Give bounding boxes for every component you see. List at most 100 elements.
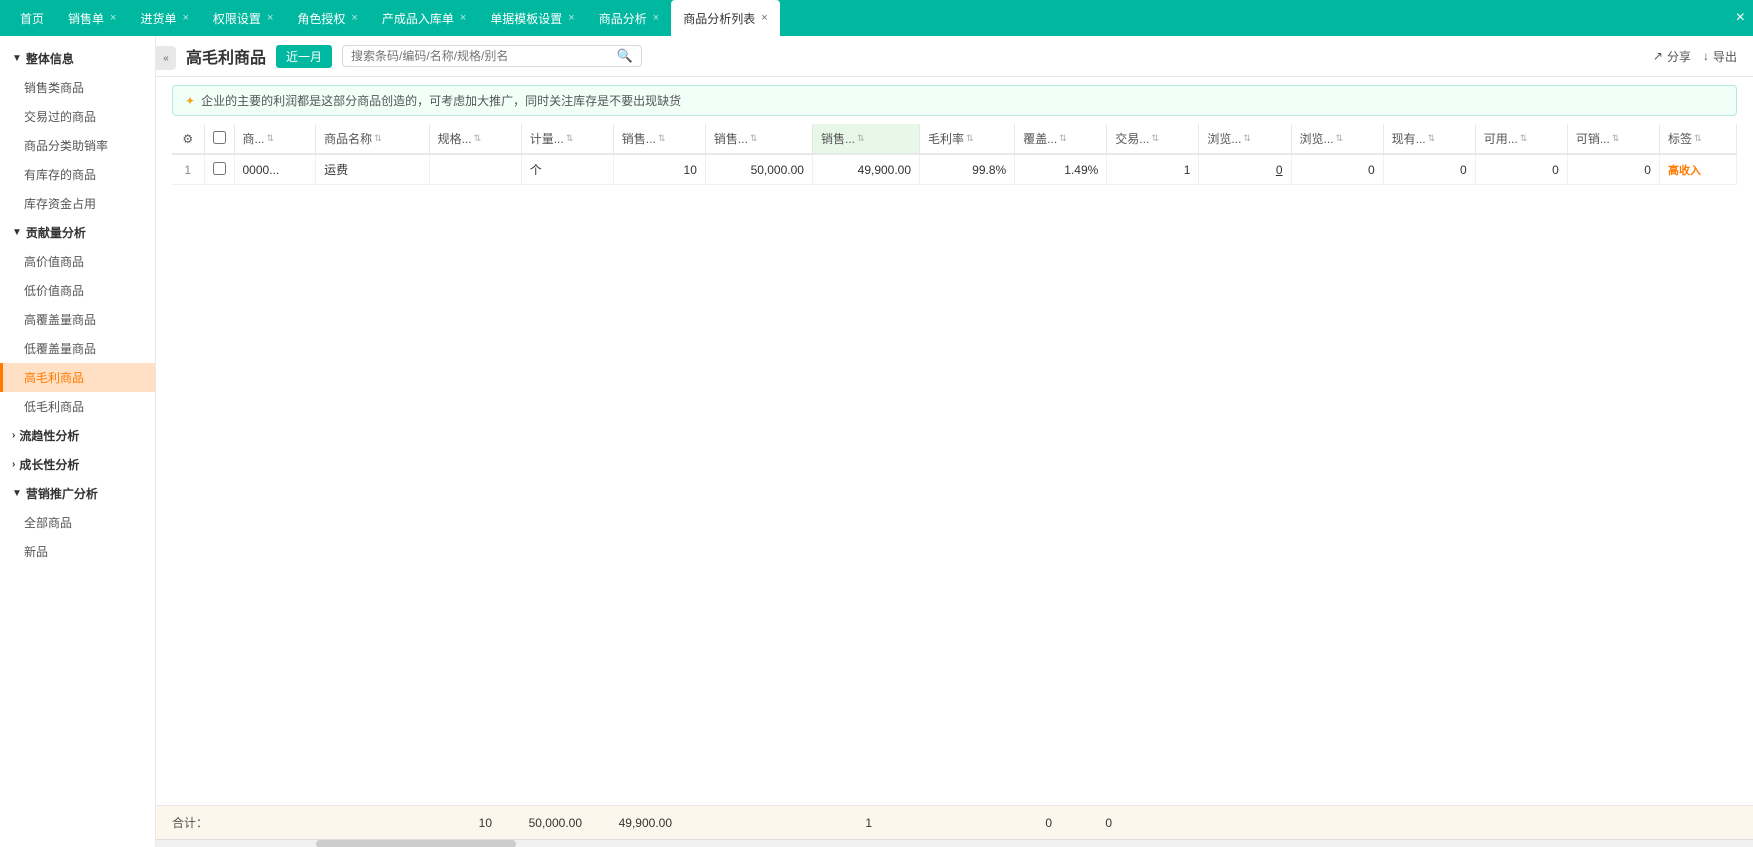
- col-saleable[interactable]: 可销... ⇅: [1567, 124, 1659, 154]
- sidebar-group-trend[interactable]: › 流趋性分析: [0, 421, 155, 450]
- sort-icon-coverage: ⇅: [1059, 133, 1067, 144]
- footer-spacer3: [760, 814, 820, 832]
- sidebar-item-low-coverage[interactable]: 低覆盖量商品: [0, 334, 155, 363]
- sidebar-item-high-coverage[interactable]: 高覆盖量商品: [0, 305, 155, 334]
- info-banner-text: 企业的主要的利润都是这部分商品创造的，可考虑加大推广，同时关注库存是不要出现缺货: [201, 92, 681, 109]
- close-icon-permission[interactable]: ×: [267, 12, 273, 24]
- col-views2[interactable]: 浏览... ⇅: [1291, 124, 1383, 154]
- footer-cells: 10 50,000.00 49,900.00 1 0 0: [220, 814, 1737, 832]
- sidebar-group-marketing[interactable]: ▼ 营销推广分析: [0, 479, 155, 508]
- table-container: ⚙ 商... ⇅ 商品名称: [156, 124, 1753, 805]
- sort-icon-saleable: ⇅: [1612, 133, 1620, 144]
- sidebar-group-growth[interactable]: › 成长性分析: [0, 450, 155, 479]
- col-tx-count[interactable]: 交易... ⇅: [1107, 124, 1199, 154]
- cell-name: 运费: [316, 154, 429, 185]
- search-icon[interactable]: 🔍: [617, 48, 633, 64]
- sidebar: ▼ 整体信息 销售类商品 交易过的商品 商品分类助销率 有库存的商品 库存资金占…: [0, 36, 156, 847]
- nav-item-permission[interactable]: 权限设置 ×: [201, 0, 285, 36]
- col-coverage[interactable]: 覆盖... ⇅: [1015, 124, 1107, 154]
- collapse-sidebar-btn[interactable]: «: [156, 46, 176, 70]
- sidebar-item-new-goods[interactable]: 新品: [0, 537, 155, 566]
- nav-item-analysis[interactable]: 商品分析 ×: [587, 0, 671, 36]
- nav-item-analysis-list[interactable]: 商品分析列表 ×: [671, 0, 779, 36]
- sidebar-item-all-goods[interactable]: 全部商品: [0, 508, 155, 537]
- sidebar-item-high-value[interactable]: 高价值商品: [0, 247, 155, 276]
- sidebar-group-contribution[interactable]: ▼ 贡献量分析: [0, 218, 155, 247]
- close-icon-template[interactable]: ×: [568, 12, 574, 24]
- cell-tx-count: 1: [1107, 154, 1199, 185]
- sidebar-item-low-margin[interactable]: 低毛利商品: [0, 392, 155, 421]
- close-icon-purchase[interactable]: ×: [182, 12, 188, 24]
- sidebar-group-trend-label: 流趋性分析: [19, 427, 79, 444]
- col-current[interactable]: 现有... ⇅: [1383, 124, 1475, 154]
- col-unit[interactable]: 计量... ⇅: [521, 124, 613, 154]
- nav-item-production[interactable]: 产成品入库单 ×: [370, 0, 478, 36]
- nav-label-home: 首页: [20, 10, 44, 27]
- close-icon-analysis-list[interactable]: ×: [761, 12, 767, 24]
- data-table: ⚙ 商... ⇅ 商品名称: [172, 124, 1737, 185]
- arrow-overall: ▼: [12, 53, 22, 64]
- nav-item-template[interactable]: 单据模板设置 ×: [478, 0, 586, 36]
- arrow-trend: ›: [12, 430, 15, 441]
- sort-icon-name: ⇅: [374, 133, 382, 144]
- col-sales-qty[interactable]: 销售... ⇅: [613, 124, 705, 154]
- sort-icon-available: ⇅: [1520, 133, 1528, 144]
- close-icon-analysis[interactable]: ×: [653, 12, 659, 24]
- col-sales-profit[interactable]: 销售... ⇅: [812, 124, 919, 154]
- sidebar-item-stock-capital[interactable]: 库存资金占用: [0, 189, 155, 218]
- col-available[interactable]: 可用... ⇅: [1475, 124, 1567, 154]
- row-checkbox[interactable]: [213, 162, 226, 175]
- col-gross-margin[interactable]: 毛利率 ⇅: [920, 124, 1015, 154]
- nav-item-home[interactable]: 首页: [8, 0, 56, 36]
- sort-icon-gross-margin: ⇅: [966, 133, 974, 144]
- sort-icon-unit: ⇅: [566, 133, 574, 144]
- close-icon-sales[interactable]: ×: [110, 12, 116, 24]
- close-icon-production[interactable]: ×: [460, 12, 466, 24]
- col-views1[interactable]: 浏览... ⇅: [1199, 124, 1291, 154]
- cell-num: 1: [172, 154, 204, 185]
- content-header: 高毛利商品 近一月 🔍 ↗ 分享 ↓ 导出: [156, 36, 1753, 77]
- bottom-scrollbar[interactable]: [156, 839, 1753, 847]
- cell-sales-amt: 50,000.00: [705, 154, 812, 185]
- nav-item-purchase[interactable]: 进货单 ×: [128, 0, 200, 36]
- filter-recent-month-button[interactable]: 近一月: [276, 45, 332, 68]
- select-all-checkbox[interactable]: [213, 131, 226, 144]
- nav-label-analysis-list: 商品分析列表: [683, 10, 755, 27]
- header-actions: ↗ 分享 ↓ 导出: [1653, 48, 1737, 65]
- nav-label-analysis: 商品分析: [599, 10, 647, 27]
- export-button[interactable]: ↓ 导出: [1703, 48, 1737, 65]
- nav-item-sales[interactable]: 销售单 ×: [56, 0, 128, 36]
- sidebar-item-traded-goods[interactable]: 交易过的商品: [0, 102, 155, 131]
- sidebar-item-category-rate[interactable]: 商品分类助销率: [0, 131, 155, 160]
- sort-icon-views1: ⇅: [1243, 133, 1251, 144]
- col-name[interactable]: 商品名称 ⇅: [316, 124, 429, 154]
- footer-sales-qty: 10: [440, 814, 500, 832]
- sidebar-item-high-margin[interactable]: 高毛利商品: [0, 363, 155, 392]
- sort-icon-views2: ⇅: [1336, 133, 1344, 144]
- sidebar-group-growth-label: 成长性分析: [19, 456, 79, 473]
- search-input[interactable]: [351, 49, 617, 63]
- cell-tag: 高收入: [1659, 154, 1736, 185]
- cell-views1[interactable]: 0: [1199, 154, 1291, 185]
- cell-code: 0000...: [234, 154, 316, 185]
- cell-unit: 个: [521, 154, 613, 185]
- close-icon-role[interactable]: ×: [351, 12, 357, 24]
- cell-available: 0: [1475, 154, 1567, 185]
- col-sales-amt[interactable]: 销售... ⇅: [705, 124, 812, 154]
- col-settings[interactable]: ⚙: [172, 124, 204, 154]
- sidebar-item-sales-goods[interactable]: 销售类商品: [0, 73, 155, 102]
- nav-item-role[interactable]: 角色授权 ×: [285, 0, 369, 36]
- col-tag[interactable]: 标签 ⇅: [1659, 124, 1736, 154]
- col-code[interactable]: 商... ⇅: [234, 124, 316, 154]
- sidebar-group-overall-label: 整体信息: [26, 50, 74, 67]
- share-button[interactable]: ↗ 分享: [1653, 48, 1691, 65]
- share-label: 分享: [1667, 48, 1691, 65]
- close-all-icon[interactable]: ×: [1736, 9, 1745, 27]
- col-spec[interactable]: 规格... ⇅: [429, 124, 521, 154]
- sidebar-item-low-value[interactable]: 低价值商品: [0, 276, 155, 305]
- sidebar-group-overall[interactable]: ▼ 整体信息: [0, 44, 155, 73]
- cell-checkbox: [204, 154, 234, 185]
- arrow-marketing: ▼: [12, 488, 22, 499]
- sidebar-item-in-stock[interactable]: 有库存的商品: [0, 160, 155, 189]
- sort-icon-code: ⇅: [267, 133, 275, 144]
